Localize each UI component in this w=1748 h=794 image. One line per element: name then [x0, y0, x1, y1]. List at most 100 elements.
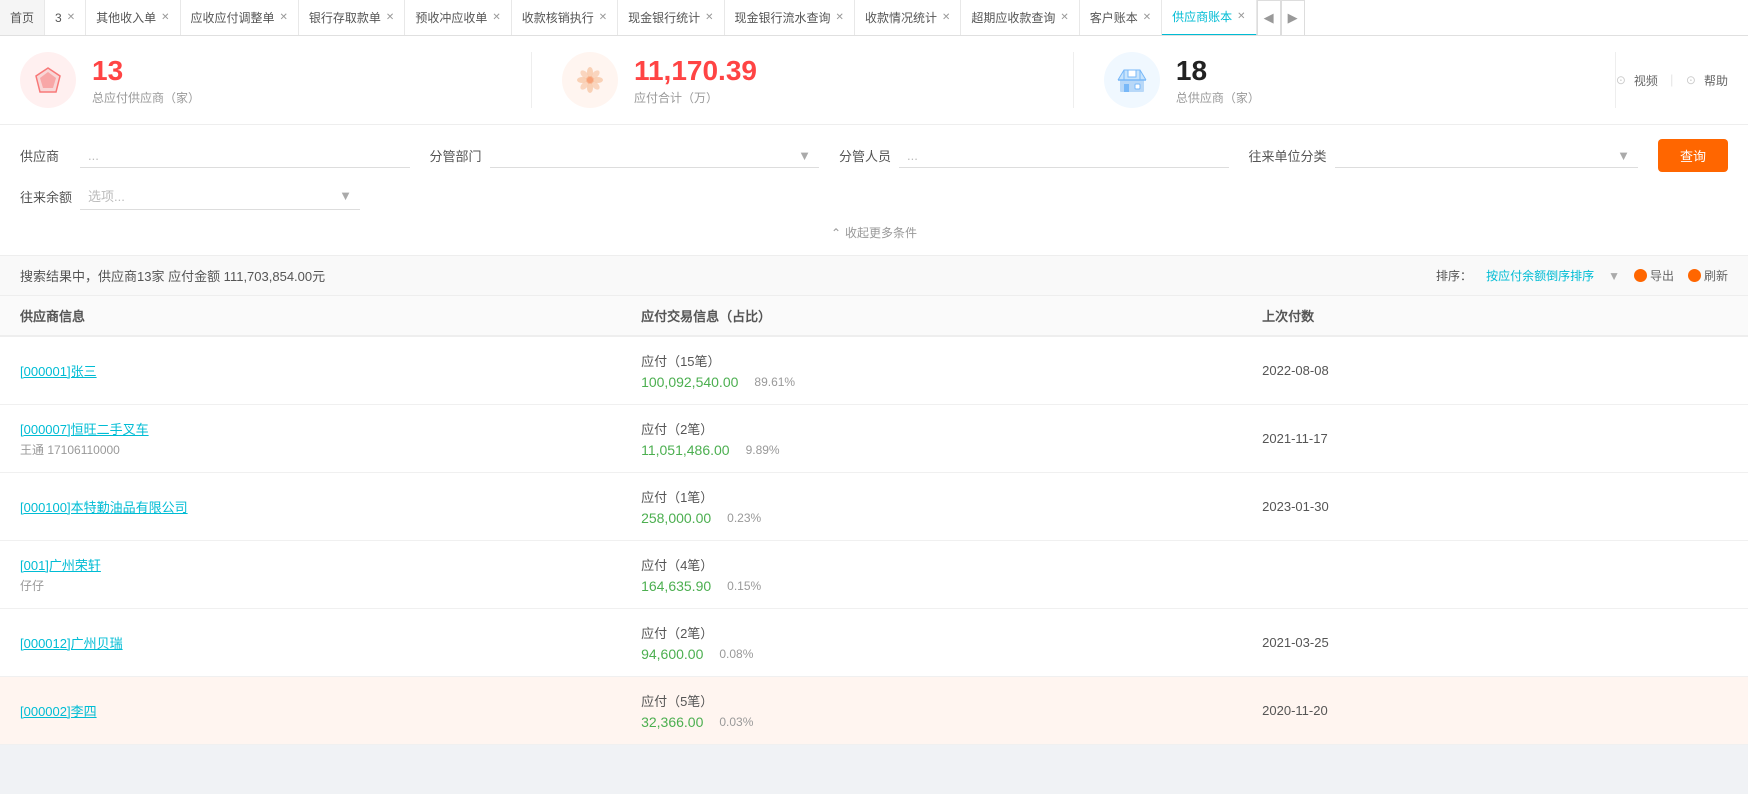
close-tab-cash-stat[interactable]: ✕ [705, 12, 713, 23]
trans-amount-3[interactable]: 258,000.00 [641, 510, 711, 526]
close-tab-overdue-ar[interactable]: ✕ [1060, 12, 1068, 23]
stat-value-payable-suppliers: 13 [92, 54, 200, 88]
supplier-label: 供应商 [20, 146, 72, 165]
filter-area: 供应商 ... 分管部门 ▼ 分管人员 ... 往来单位分类 ▼ 查询 [0, 125, 1748, 256]
trans-amount-2[interactable]: 11,051,486.00 [641, 442, 730, 458]
trans-amount-row-5: 94,600.00 0.08% [641, 646, 1262, 662]
cell-supplier-4: [001]广州荣轩 仔仔 [20, 555, 641, 594]
tab-cash-flow[interactable]: 现金银行流水查询 ✕ [725, 0, 855, 36]
video-link[interactable]: 视频 [1634, 72, 1658, 89]
tab-receipt-exec-label: 收款核销执行 [522, 9, 594, 26]
supplier-input-placeholder: ... [88, 148, 402, 163]
close-tab-customer-ledger[interactable]: ✕ [1143, 12, 1151, 23]
cell-transaction-3: 应付（1笔） 258,000.00 0.23% [641, 487, 1262, 526]
cell-transaction-6: 应付（5笔） 32,366.00 0.03% [641, 691, 1262, 730]
tab-receipt-stat[interactable]: 收款情况统计 ✕ [855, 0, 961, 36]
tab-3[interactable]: 3 ✕ [45, 0, 86, 36]
stat-value-payable-total: 11,170.39 [634, 54, 757, 88]
category-dropdown-icon: ▼ [1617, 148, 1630, 163]
cell-supplier-6: [000002]李四 [20, 701, 641, 720]
trans-amount-5[interactable]: 94,600.00 [641, 646, 703, 662]
trans-amount-row-1: 100,092,540.00 89.61% [641, 374, 1262, 390]
supplier-link-5[interactable]: [000012]广州贝瑞 [20, 633, 641, 652]
filter-department: 分管部门 ▼ [430, 144, 820, 168]
sort-label: 排序： [1436, 267, 1472, 284]
trans-amount-1[interactable]: 100,092,540.00 [641, 374, 738, 390]
stat-block-total-suppliers: 18 总供应商（家） [1074, 52, 1616, 108]
tab-customer-ledger[interactable]: 客户账本 ✕ [1080, 0, 1162, 36]
trans-label-3: 应付（1笔） [641, 487, 1262, 506]
collapse-up-icon: ⌃ [831, 226, 841, 240]
trans-amount-4[interactable]: 164,635.90 [641, 578, 711, 594]
person-label: 分管人员 [839, 146, 891, 165]
tab-receipt-exec[interactable]: 收款核销执行 ✕ [512, 0, 618, 36]
tab-cash-flow-label: 现金银行流水查询 [735, 9, 831, 26]
stat-block-payable-total: 11,170.39 应付合计（万） [532, 52, 1074, 108]
export-label: 导出 [1650, 267, 1674, 284]
supplier-link-2[interactable]: [000007]恒旺二手叉车 [20, 419, 641, 438]
filter-supplier: 供应商 ... [20, 144, 410, 168]
supplier-sub-4: 仔仔 [20, 577, 641, 594]
close-tab-supplier-ledger[interactable]: ✕ [1237, 11, 1245, 22]
cell-last-payment-5: 2021-03-25 [1262, 635, 1728, 650]
divider: ｜ [1666, 72, 1678, 89]
tab-bank-deposit[interactable]: 银行存取款单 ✕ [299, 0, 405, 36]
export-button[interactable]: 导出 [1634, 267, 1674, 284]
close-tab-prepay-ar[interactable]: ✕ [492, 12, 500, 23]
tab-overdue-ar[interactable]: 超期应收款查询 ✕ [961, 0, 1079, 36]
cell-transaction-4: 应付（4笔） 164,635.90 0.15% [641, 555, 1262, 594]
tab-customer-ledger-label: 客户账本 [1090, 9, 1138, 26]
table-row: [000002]李四 应付（5笔） 32,366.00 0.03% 2020-1… [0, 677, 1748, 745]
tab-overdue-ar-label: 超期应收款查询 [971, 9, 1055, 26]
nav-prev[interactable]: ◀ [1257, 0, 1281, 36]
supplier-link-3[interactable]: [000100]本特勤油品有限公司 [20, 497, 641, 516]
cell-supplier-3: [000100]本特勤油品有限公司 [20, 497, 641, 516]
trans-amount-row-4: 164,635.90 0.15% [641, 578, 1262, 594]
header-right-links: ⊙ 视频 ｜ ⊙ 帮助 [1616, 72, 1728, 89]
nav-next[interactable]: ▶ [1281, 0, 1305, 36]
close-tab-bank-deposit[interactable]: ✕ [386, 12, 394, 23]
tab-supplier-ledger[interactable]: 供应商账本 ✕ [1162, 0, 1256, 36]
trans-amount-6[interactable]: 32,366.00 [641, 714, 703, 730]
tab-other-income[interactable]: 其他收入单 ✕ [86, 0, 180, 36]
department-dropdown-icon: ▼ [798, 148, 811, 163]
trans-label-2: 应付（2笔） [641, 419, 1262, 438]
video-icon: ⊙ [1616, 73, 1626, 87]
search-button[interactable]: 查询 [1658, 139, 1728, 172]
stat-label-total-suppliers: 总供应商（家） [1176, 89, 1260, 106]
tab-cash-stat[interactable]: 现金银行统计 ✕ [618, 0, 724, 36]
balance-dropdown-icon: ▼ [339, 188, 352, 203]
close-tab-3[interactable]: ✕ [67, 12, 75, 23]
cell-transaction-2: 应付（2笔） 11,051,486.00 9.89% [641, 419, 1262, 458]
help-link[interactable]: 帮助 [1704, 72, 1728, 89]
close-tab-receipt-stat[interactable]: ✕ [942, 12, 950, 23]
tab-home-label: 首页 [10, 9, 34, 26]
data-table: 供应商信息 应付交易信息（占比） 上次付数 [000001]张三 应付（15笔）… [0, 296, 1748, 745]
tab-bank-deposit-label: 银行存取款单 [309, 9, 381, 26]
stat-block-suppliers-payable: 13 总应付供应商（家） [20, 52, 532, 108]
stat-icon-flower [562, 52, 618, 108]
close-tab-receipt-exec[interactable]: ✕ [599, 12, 607, 23]
supplier-link-1[interactable]: [000001]张三 [20, 361, 641, 380]
tab-ar-adjust[interactable]: 应收应付调整单 ✕ [181, 0, 299, 36]
stat-icon-diamond [20, 52, 76, 108]
supplier-link-4[interactable]: [001]广州荣轩 [20, 555, 641, 574]
close-tab-ar-adjust[interactable]: ✕ [280, 12, 288, 23]
trans-label-4: 应付（4笔） [641, 555, 1262, 574]
table-row: [001]广州荣轩 仔仔 应付（4笔） 164,635.90 0.15% [0, 541, 1748, 609]
trans-amount-row-6: 32,366.00 0.03% [641, 714, 1262, 730]
help-icon: ⊙ [1686, 73, 1696, 87]
collapse-button[interactable]: ⌃ 收起更多条件 [20, 220, 1728, 245]
close-tab-other-income[interactable]: ✕ [161, 12, 169, 23]
tab-prepay-ar[interactable]: 预收冲应收单 ✕ [405, 0, 511, 36]
close-tab-cash-flow[interactable]: ✕ [836, 12, 844, 23]
cell-last-payment-3: 2023-01-30 [1262, 499, 1728, 514]
trans-percent-1: 89.61% [754, 375, 795, 389]
table-row: [000007]恒旺二手叉车 王通 17106110000 应付（2笔） 11,… [0, 405, 1748, 473]
tab-receipt-stat-label: 收款情况统计 [865, 9, 937, 26]
stat-label-payable-suppliers: 总应付供应商（家） [92, 89, 200, 106]
tab-home[interactable]: 首页 [0, 0, 45, 36]
refresh-button[interactable]: 刷新 [1688, 267, 1728, 284]
sort-dropdown[interactable]: 按应付余额倒序排序 [1486, 267, 1594, 284]
supplier-link-6[interactable]: [000002]李四 [20, 701, 641, 720]
